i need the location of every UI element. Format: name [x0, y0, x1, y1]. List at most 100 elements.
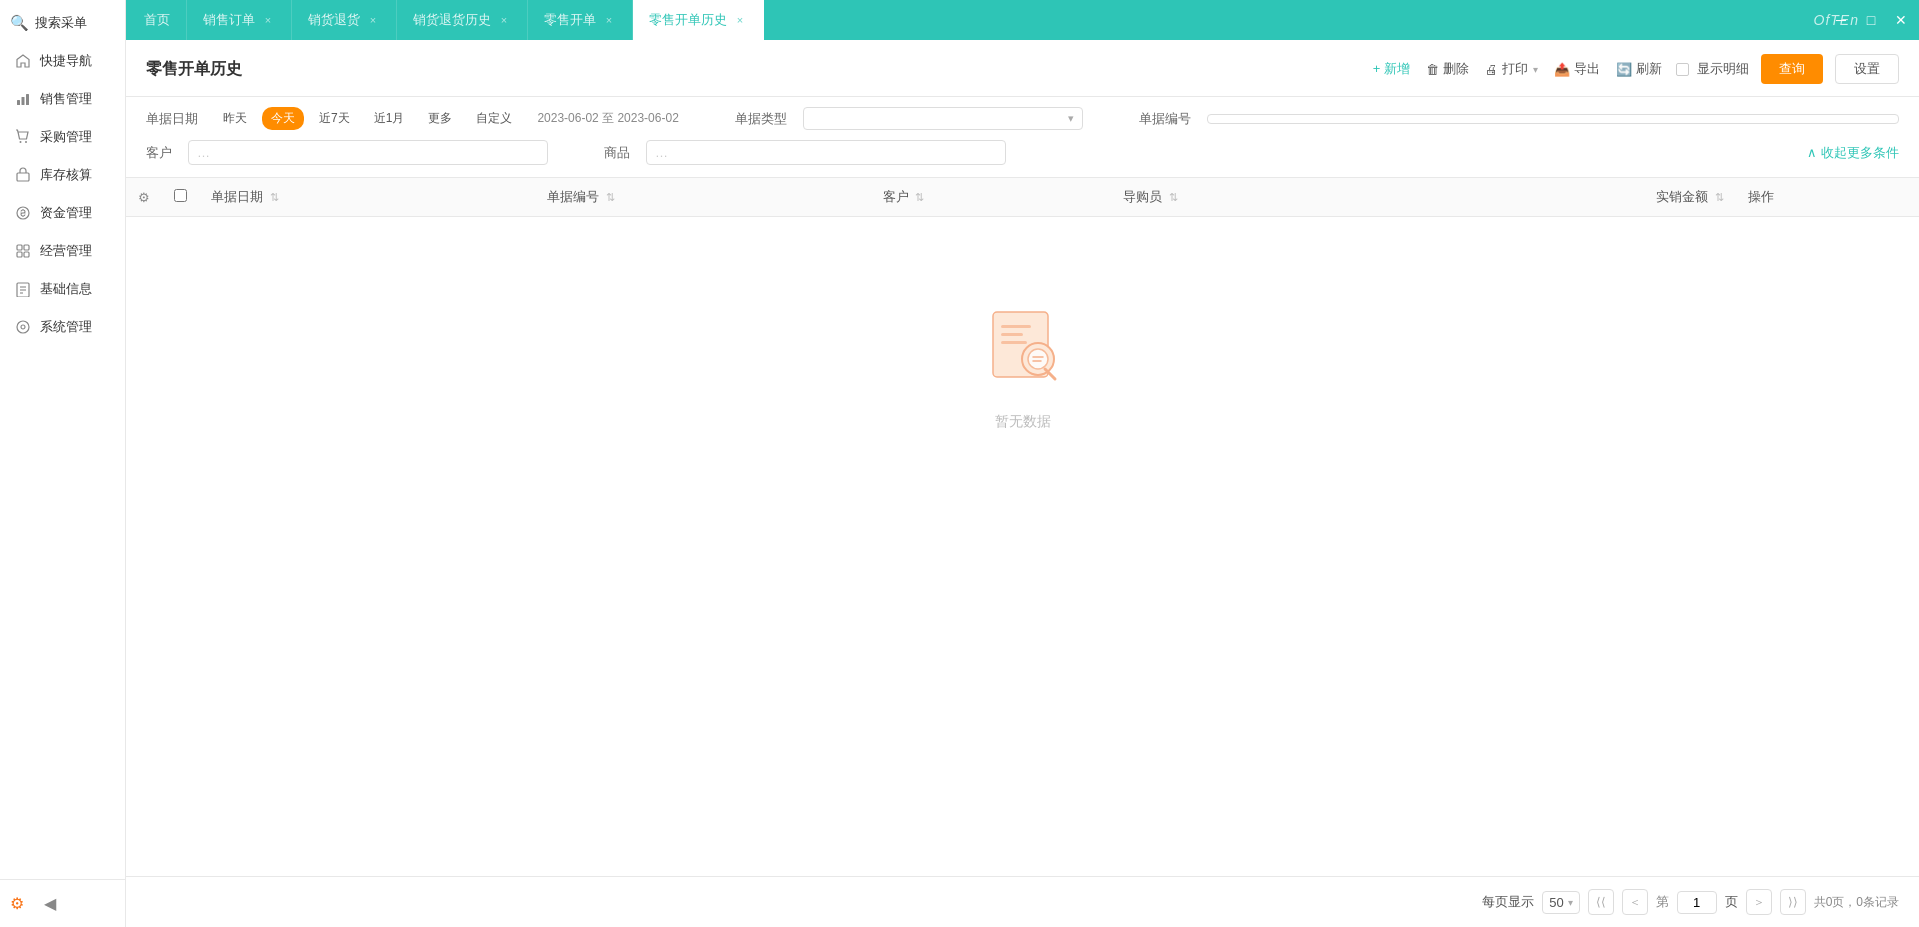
sidebar-item-operations[interactable]: 经营管理 — [0, 232, 125, 270]
close-window-btn[interactable]: ✕ — [1887, 6, 1915, 34]
svg-rect-1 — [22, 97, 25, 105]
sort-icon[interactable]: ⇅ — [1715, 191, 1724, 203]
export-button[interactable]: 📤 导出 — [1552, 56, 1602, 82]
purchase-icon — [14, 128, 32, 146]
doc-number-input[interactable] — [1207, 114, 1899, 124]
last-page-button[interactable]: ⟩⟩ — [1780, 889, 1806, 915]
tab-close-icon[interactable]: × — [602, 13, 616, 27]
maximize-btn[interactable]: □ — [1857, 6, 1885, 34]
th-date-label: 单据日期 — [211, 189, 263, 204]
sidebar-item-label: 经营管理 — [40, 242, 92, 260]
page-number-input[interactable] — [1677, 891, 1717, 914]
doc-type-select[interactable]: ▾ — [803, 107, 1083, 130]
sidebar-item-inventory[interactable]: 库存核算 — [0, 156, 125, 194]
svg-rect-8 — [24, 245, 29, 250]
ops-icon — [14, 242, 32, 260]
svg-point-16 — [21, 325, 25, 329]
display-detail-label: 显示明细 — [1697, 60, 1749, 78]
svg-rect-9 — [17, 252, 22, 257]
sort-icon[interactable]: ⇅ — [606, 191, 615, 203]
sidebar-item-quick-nav[interactable]: 快捷导航 — [0, 42, 125, 80]
sort-icon[interactable]: ⇅ — [915, 191, 924, 203]
sidebar-item-purchase-mgmt[interactable]: 采购管理 — [0, 118, 125, 156]
sidebar-item-sys-mgmt[interactable]: 系统管理 — [0, 308, 125, 346]
th-settings: ⚙ — [126, 178, 162, 217]
tab-home[interactable]: 首页 — [126, 0, 187, 40]
add-label: + 新增 — [1373, 60, 1410, 78]
tab-retail-open-history[interactable]: 零售开单历史 × — [633, 0, 764, 40]
prev-page-button[interactable]: ＜ — [1622, 889, 1648, 915]
chevron-down-icon: ▾ — [1068, 112, 1074, 125]
sidebar-item-sales-mgmt[interactable]: 销售管理 — [0, 80, 125, 118]
svg-rect-20 — [1001, 341, 1027, 344]
sort-icon[interactable]: ⇅ — [1169, 191, 1178, 203]
next-page-button[interactable]: ＞ — [1746, 889, 1772, 915]
home-icon — [14, 52, 32, 70]
settings-label: 设置 — [1854, 61, 1880, 76]
search-icon: 🔍 — [10, 14, 29, 32]
date-btn-custom[interactable]: 自定义 — [467, 107, 521, 130]
add-button[interactable]: + 新增 — [1371, 56, 1412, 82]
tab-sales-return[interactable]: 销货退货 × — [292, 0, 397, 40]
tab-sales-order[interactable]: 销售订单 × — [187, 0, 292, 40]
date-btn-7days[interactable]: 近7天 — [310, 107, 359, 130]
delete-button[interactable]: 🗑 删除 — [1424, 56, 1471, 82]
tab-label: 销货退货 — [308, 11, 360, 29]
collapse-icon[interactable]: ◀ — [44, 894, 56, 913]
tab-close-icon[interactable]: × — [261, 13, 275, 27]
print-button[interactable]: 🖨 打印 ▾ — [1483, 56, 1540, 82]
sidebar-item-finance[interactable]: 资金管理 — [0, 194, 125, 232]
date-btn-more[interactable]: 更多 — [419, 107, 461, 130]
date-btn-yesterday[interactable]: 昨天 — [214, 107, 256, 130]
filter-area: 单据日期 昨天 今天 近7天 近1月 更多 自定义 2023-06-02 至 2… — [126, 97, 1919, 178]
box-icon — [14, 166, 32, 184]
page-label-prefix: 第 — [1656, 893, 1669, 911]
page-content: 零售开单历史 + 新增 🗑 删除 🖨 打印 ▾ 📤 — [126, 40, 1919, 927]
settings-button[interactable]: 设置 — [1835, 54, 1899, 84]
svg-rect-18 — [1001, 325, 1031, 328]
svg-point-22 — [1028, 349, 1048, 369]
collapse-more-btn[interactable]: ∧ 收起更多条件 — [1807, 144, 1899, 162]
last-page-icon: ⟩⟩ — [1788, 895, 1798, 909]
page-label-suffix: 页 — [1725, 893, 1738, 911]
customer-input[interactable]: … — [188, 140, 548, 165]
column-settings-icon[interactable]: ⚙ — [138, 190, 150, 205]
sort-icon[interactable]: ⇅ — [270, 191, 279, 203]
tab-close-icon[interactable]: × — [733, 13, 747, 27]
gear-icon[interactable]: ⚙ — [10, 894, 24, 913]
page-title: 零售开单历史 — [146, 59, 242, 80]
th-action: 操作 — [1736, 178, 1919, 217]
select-all-checkbox[interactable] — [174, 189, 187, 202]
page-header: 零售开单历史 + 新增 🗑 删除 🖨 打印 ▾ 📤 — [126, 40, 1919, 97]
sidebar-item-basic-info[interactable]: 基础信息 — [0, 270, 125, 308]
sidebar: 🔍 搜索采单 快捷导航 销售管理 采购管理 库存核算 资金管理 — [0, 0, 126, 927]
checkbox-icon — [1676, 63, 1689, 76]
tab-close-icon[interactable]: × — [497, 13, 511, 27]
customer-label: 客户 — [146, 144, 172, 162]
next-page-icon: ＞ — [1753, 894, 1765, 911]
refresh-icon: 🔄 — [1616, 62, 1632, 77]
tab-home-label: 首页 — [144, 11, 170, 29]
th-amount-label: 实销金额 — [1656, 189, 1708, 204]
tab-label: 零售开单 — [544, 11, 596, 29]
goods-input[interactable]: … — [646, 140, 1006, 165]
tab-retail-open[interactable]: 零售开单 × — [528, 0, 633, 40]
per-page-select[interactable]: 50 ▾ — [1542, 891, 1579, 914]
print-icon: 🖨 — [1485, 62, 1498, 77]
tab-sales-return-history[interactable]: 销货退货历史 × — [397, 0, 528, 40]
refresh-button[interactable]: 🔄 刷新 — [1614, 56, 1664, 82]
sidebar-item-label: 基础信息 — [40, 280, 92, 298]
date-btn-today[interactable]: 今天 — [262, 107, 304, 130]
per-page-label: 每页显示 — [1482, 893, 1534, 911]
minimize-btn[interactable]: ─ — [1827, 6, 1855, 34]
tab-close-icon[interactable]: × — [366, 13, 380, 27]
tab-label: 销货退货历史 — [413, 11, 491, 29]
date-btn-1month[interactable]: 近1月 — [365, 107, 414, 130]
sidebar-search[interactable]: 🔍 搜索采单 — [0, 0, 125, 42]
first-page-button[interactable]: ⟨⟨ — [1588, 889, 1614, 915]
sidebar-item-label: 采购管理 — [40, 128, 92, 146]
query-button[interactable]: 查询 — [1761, 54, 1823, 84]
empty-state: 暂无数据 — [126, 217, 1919, 511]
display-detail-button[interactable]: 显示明细 — [1676, 60, 1749, 78]
svg-rect-19 — [1001, 333, 1023, 336]
